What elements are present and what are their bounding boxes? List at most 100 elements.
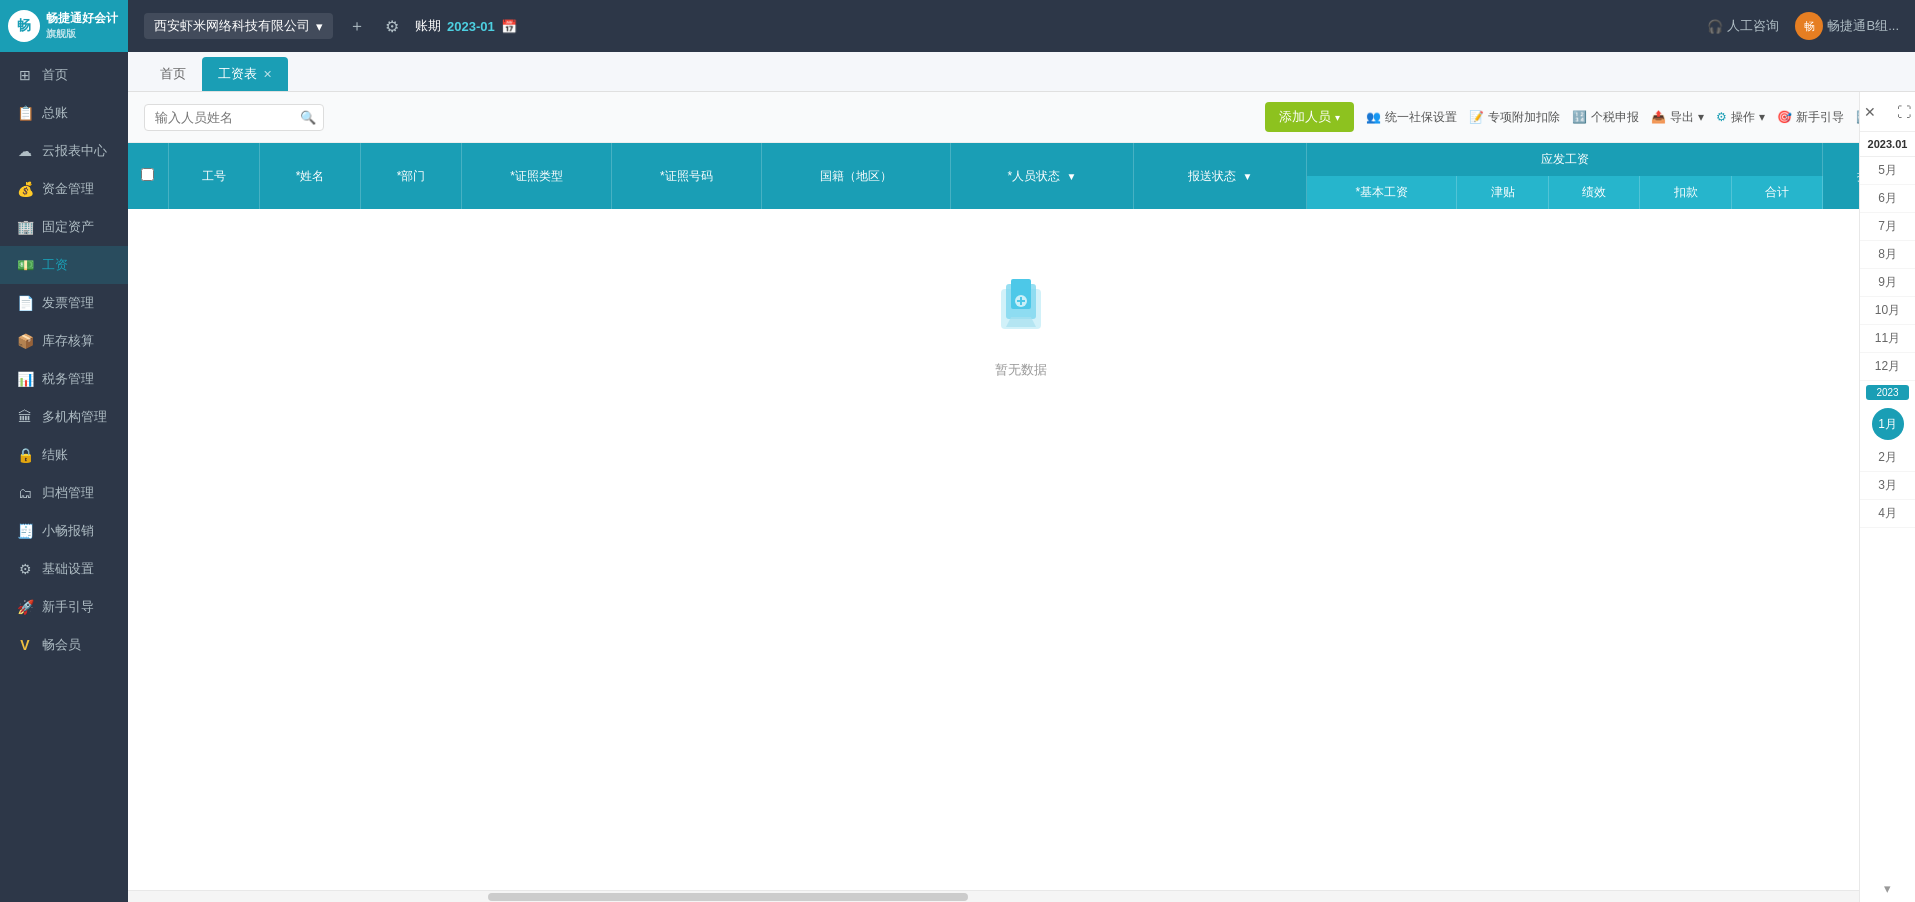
sidebar-item-salary[interactable]: 💵 工资	[0, 246, 128, 284]
sidebar-item-label: 发票管理	[42, 294, 94, 312]
operations-icon: ⚙	[1716, 110, 1727, 124]
sidebar-item-label: 总账	[42, 104, 68, 122]
select-all-checkbox[interactable]	[128, 143, 168, 209]
period-label: 账期	[415, 17, 441, 35]
expand-panel-icon[interactable]: ⛶	[1897, 104, 1911, 120]
sidebar-item-close-accounts[interactable]: 🔒 结账	[0, 436, 128, 474]
tab-salary-table[interactable]: 工资表 ✕	[202, 57, 288, 91]
col-status[interactable]: *人员状态 ▼	[951, 143, 1134, 209]
close-panel-icon[interactable]: ✕	[1864, 104, 1876, 120]
member-icon: V	[16, 637, 34, 653]
sidebar-item-label: 固定资产	[42, 218, 94, 236]
month-item-2[interactable]: 2月	[1860, 444, 1915, 472]
scrollbar-thumb[interactable]	[488, 893, 968, 901]
period-selector[interactable]: 账期 2023-01 📅	[415, 17, 517, 35]
scroll-down-button[interactable]: ▾	[1860, 875, 1915, 902]
col-report-status[interactable]: 报送状态 ▼	[1133, 143, 1306, 209]
table-scrollbar[interactable]	[128, 890, 1915, 902]
logo-subtitle: 旗舰版	[46, 27, 118, 41]
month-item-3[interactable]: 3月	[1860, 472, 1915, 500]
report-filter-icon[interactable]: ▼	[1242, 171, 1252, 182]
month-item-10[interactable]: 10月	[1860, 297, 1915, 325]
month-item-6[interactable]: 6月	[1860, 185, 1915, 213]
sidebar-item-home[interactable]: ⊞ 首页	[0, 56, 128, 94]
sidebar-item-ledger[interactable]: 📋 总账	[0, 94, 128, 132]
tax-report-button[interactable]: 🔢 个税申报	[1572, 109, 1639, 126]
sidebar-item-label: 小畅报销	[42, 522, 94, 540]
month-item-12[interactable]: 12月	[1860, 353, 1915, 381]
sidebar-item-multi-org[interactable]: 🏛 多机构管理	[0, 398, 128, 436]
col-job-num: 工号	[168, 143, 260, 209]
sidebar-item-label: 库存核算	[42, 332, 94, 350]
inventory-icon: 📦	[16, 333, 34, 349]
sidebar-item-label: 税务管理	[42, 370, 94, 388]
sidebar-item-fixed-assets[interactable]: 🏢 固定资产	[0, 208, 128, 246]
expense-icon: 🧾	[16, 523, 34, 539]
salary-icon: 💵	[16, 257, 34, 273]
sidebar-item-label: 首页	[42, 66, 68, 84]
add-company-button[interactable]: ＋	[345, 12, 369, 41]
search-wrap: 🔍	[144, 104, 324, 131]
table-header-row-1: 工号 *姓名 *部门 *证照类型 *证照号码 国籍（地区） *人员状态 ▼ 报送…	[128, 143, 1915, 176]
tab-home[interactable]: 首页	[144, 57, 202, 91]
sidebar-item-label: 云报表中心	[42, 142, 107, 160]
sidebar-item-guide[interactable]: 🚀 新手引导	[0, 588, 128, 626]
export-chevron-icon: ▾	[1698, 110, 1704, 124]
special-deduction-label: 专项附加扣除	[1488, 109, 1560, 126]
add-person-button[interactable]: 添加人员 ▾	[1265, 102, 1354, 132]
month-item-4[interactable]: 4月	[1860, 500, 1915, 528]
special-deduction-button[interactable]: 📝 专项附加扣除	[1469, 109, 1560, 126]
right-panel: ✕ ⛶ 2023.01 5月 6月 7月 8月 9月 10月 11月 12月 2…	[1859, 92, 1915, 902]
month-item-1-active[interactable]: 1月	[1872, 408, 1904, 440]
user-menu[interactable]: 畅 畅捷通B组...	[1795, 12, 1899, 40]
guide-button[interactable]: 🎯 新手引导	[1777, 109, 1844, 126]
sidebar-item-fund[interactable]: 💰 资金管理	[0, 170, 128, 208]
col-performance: 绩效	[1548, 176, 1640, 209]
col-salary-group: 应发工资	[1307, 143, 1823, 176]
month-item-5[interactable]: 5月	[1860, 157, 1915, 185]
sidebar-item-label: 基础设置	[42, 560, 94, 578]
toolbar: 🔍 添加人员 ▾ 👥 统一社保设置 📝 专项附加扣除 🔢 个税申报	[128, 92, 1915, 143]
sidebar-item-inventory[interactable]: 📦 库存核算	[0, 322, 128, 360]
social-security-button[interactable]: 👥 统一社保设置	[1366, 109, 1457, 126]
month-item-7[interactable]: 7月	[1860, 213, 1915, 241]
support-label: 人工咨询	[1727, 17, 1779, 35]
sidebar-item-invoice[interactable]: 📄 发票管理	[0, 284, 128, 322]
checkbox-all[interactable]	[141, 168, 154, 181]
sidebar-item-cloud-report[interactable]: ☁ 云报表中心	[0, 132, 128, 170]
export-icon: 📤	[1651, 110, 1666, 124]
col-total: 合计	[1731, 176, 1823, 209]
sidebar-item-label: 畅会员	[42, 636, 81, 654]
support-button[interactable]: 🎧 人工咨询	[1707, 17, 1779, 35]
sidebar-item-label: 新手引导	[42, 598, 94, 616]
export-button[interactable]: 📤 导出 ▾	[1651, 109, 1704, 126]
sidebar-item-member[interactable]: V 畅会员	[0, 626, 128, 664]
year-badge: 2023	[1866, 385, 1909, 400]
tab-close-icon[interactable]: ✕	[263, 68, 272, 81]
empty-state: 暂无数据	[128, 209, 1915, 439]
search-icon[interactable]: 🔍	[300, 110, 316, 125]
sidebar-item-expense[interactable]: 🧾 小畅报销	[0, 512, 128, 550]
panel-date: 2023.01	[1860, 132, 1915, 157]
month-item-8[interactable]: 8月	[1860, 241, 1915, 269]
user-avatar: 畅	[1795, 12, 1823, 40]
status-filter-icon[interactable]: ▼	[1067, 171, 1077, 182]
assets-icon: 🏢	[16, 219, 34, 235]
sidebar-item-tax[interactable]: 📊 税务管理	[0, 360, 128, 398]
search-input[interactable]	[144, 104, 324, 131]
sidebar-item-archive[interactable]: 🗂 归档管理	[0, 474, 128, 512]
sidebar-item-settings[interactable]: ⚙ 基础设置	[0, 550, 128, 588]
cloud-icon: ☁	[16, 143, 34, 159]
company-selector[interactable]: 西安虾米网络科技有限公司 ▾	[144, 13, 333, 39]
home-icon: ⊞	[16, 67, 34, 83]
guide-action-icon: 🎯	[1777, 110, 1792, 124]
sidebar-item-label: 结账	[42, 446, 68, 464]
calendar-icon: 📅	[501, 19, 517, 34]
month-item-11[interactable]: 11月	[1860, 325, 1915, 353]
ledger-icon: 📋	[16, 105, 34, 121]
operations-label: 操作	[1731, 109, 1755, 126]
month-item-9[interactable]: 9月	[1860, 269, 1915, 297]
toolbar-right: 添加人员 ▾ 👥 统一社保设置 📝 专项附加扣除 🔢 个税申报 📤	[1265, 102, 1899, 132]
settings-button[interactable]: ⚙	[381, 13, 403, 40]
operations-button[interactable]: ⚙ 操作 ▾	[1716, 109, 1765, 126]
